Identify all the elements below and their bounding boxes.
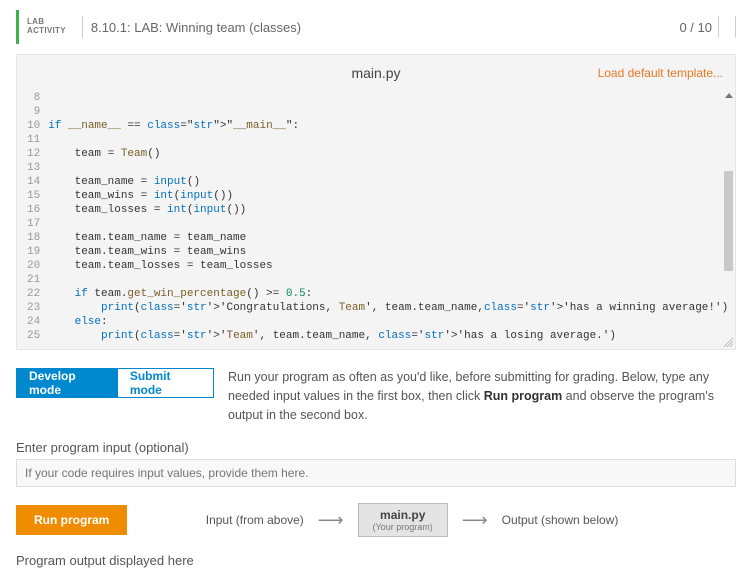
mode-toggle: Develop mode Submit mode <box>16 368 214 398</box>
score: 0 / 10 <box>679 20 712 35</box>
lab-header: LAB ACTIVITY 8.10.1: LAB: Winning team (… <box>16 10 736 44</box>
lab-badge-line2: ACTIVITY <box>27 27 66 36</box>
program-box-sub: (Your program) <box>373 522 433 532</box>
run-program-button[interactable]: Run program <box>16 505 127 535</box>
run-row: Run program Input (from above) ⟶ main.py… <box>16 503 736 537</box>
input-label: Enter program input (optional) <box>16 440 736 455</box>
scroll-up-icon[interactable] <box>725 93 733 98</box>
arrow-icon: ⟶ <box>318 510 344 531</box>
code-editor: main.py Load default template... 8910111… <box>16 54 736 350</box>
resize-handle-icon[interactable] <box>723 337 733 347</box>
lab-badge: LAB ACTIVITY <box>27 18 66 36</box>
develop-mode-button[interactable]: Develop mode <box>17 369 118 397</box>
filename: main.py <box>351 65 400 81</box>
submit-mode-button[interactable]: Submit mode <box>118 369 213 397</box>
output-label: Program output displayed here <box>16 553 736 568</box>
bookmark-icon[interactable] <box>718 16 736 38</box>
scrollbar[interactable] <box>723 93 733 347</box>
code-content[interactable]: if __name__ == class="str">"__main__": t… <box>48 91 735 349</box>
code-header: main.py Load default template... <box>17 55 735 91</box>
program-box-title: main.py <box>373 508 433 522</box>
mode-row: Develop mode Submit mode Run your progra… <box>16 368 736 424</box>
program-input[interactable] <box>16 459 736 487</box>
scroll-thumb[interactable] <box>724 171 733 271</box>
instructions: Run your program as often as you'd like,… <box>228 368 736 424</box>
code-area[interactable]: 8910111213141516171819202122232425 if __… <box>17 91 735 349</box>
lab-title: 8.10.1: LAB: Winning team (classes) <box>91 20 680 35</box>
arrow-icon: ⟶ <box>462 510 488 531</box>
load-default-link[interactable]: Load default template... <box>598 66 723 80</box>
flow-input-label: Input (from above) <box>206 513 304 527</box>
flow-output-label: Output (shown below) <box>502 513 619 527</box>
line-gutter: 8910111213141516171819202122232425 <box>17 91 48 349</box>
divider <box>82 16 83 38</box>
program-box: main.py (Your program) <box>358 503 448 537</box>
instructions-bold: Run program <box>484 389 562 403</box>
